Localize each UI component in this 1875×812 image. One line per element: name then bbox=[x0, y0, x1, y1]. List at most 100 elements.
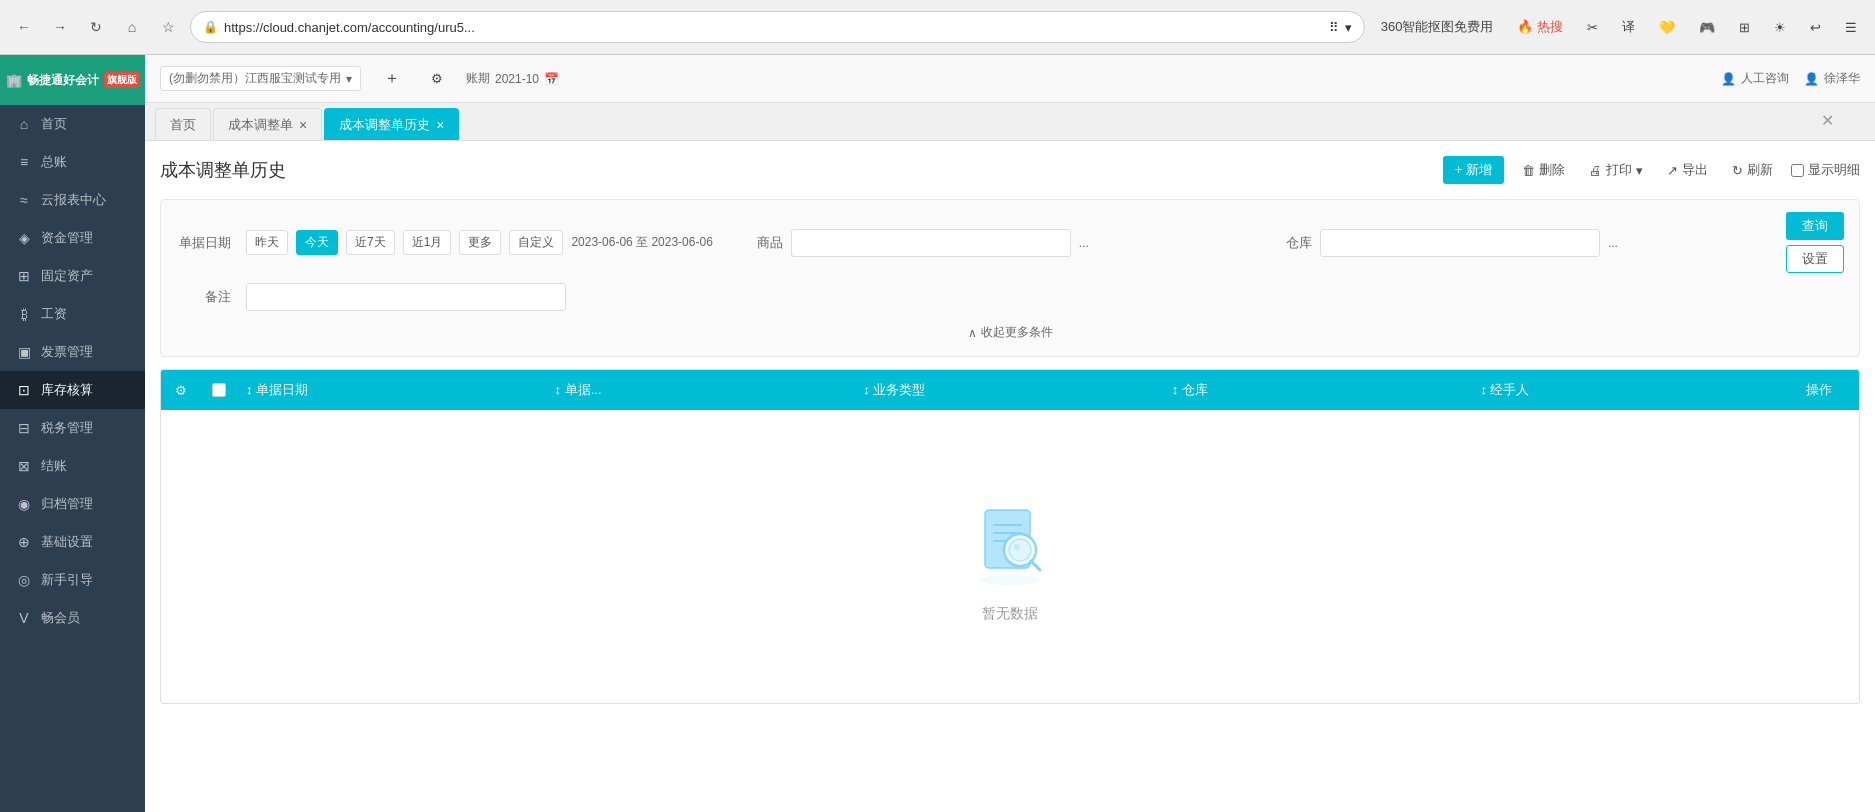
back-button[interactable]: ← bbox=[10, 13, 38, 41]
warehouse-input[interactable] bbox=[1320, 229, 1600, 257]
page-content: 成本调整单历史 + 新增 🗑 删除 🖨 打印 ▾ ↗ bbox=[145, 141, 1875, 812]
nav-icon-3: ◈ bbox=[15, 230, 33, 246]
tab-home[interactable]: 首页 bbox=[155, 108, 211, 140]
product-filter: 商品 ... bbox=[728, 229, 1089, 257]
brightness-btn[interactable]: ☀ bbox=[1766, 16, 1794, 39]
address-bar[interactable]: 🔒 https://cloud.chanjet.com/accounting/u… bbox=[190, 11, 1365, 43]
date-btn-7days[interactable]: 近7天 bbox=[346, 230, 395, 255]
page-actions: + 新增 🗑 删除 🖨 打印 ▾ ↗ 导出 bbox=[1443, 156, 1860, 184]
sidebar-item-13[interactable]: V畅会员 bbox=[0, 599, 145, 637]
remark-label: 备注 bbox=[176, 288, 231, 306]
scissors-btn[interactable]: ✂ bbox=[1579, 16, 1606, 39]
content-area: (勿删勿禁用）江西服宝测试专用 ▾ ＋ ⚙ 账期 2021-10 📅 👤 人工咨… bbox=[145, 55, 1875, 812]
user-icon: 👤 bbox=[1804, 72, 1819, 86]
th-date[interactable]: ↕ 单据日期 bbox=[236, 381, 545, 399]
sidebar-item-9[interactable]: ⊠结账 bbox=[0, 447, 145, 485]
tab-cost-adjust[interactable]: 成本调整单 × bbox=[213, 108, 322, 140]
browser-right-icons: 360智能抠图免费用 🔥 热搜 ✂ 译 💛 🎮 ⊞ ☀ ↩ ☰ bbox=[1373, 14, 1865, 40]
date-btn-1month[interactable]: 近1月 bbox=[403, 230, 452, 255]
th-settings[interactable]: ⚙ bbox=[161, 383, 201, 398]
hot-label[interactable]: 🔥 热搜 bbox=[1509, 14, 1571, 40]
nav-label-10: 归档管理 bbox=[41, 495, 93, 513]
sidebar-item-11[interactable]: ⊕基础设置 bbox=[0, 523, 145, 561]
sidebar-item-7[interactable]: ⊡库存核算 bbox=[0, 371, 145, 409]
sidebar-item-12[interactable]: ◎新手引导 bbox=[0, 561, 145, 599]
grid-btn[interactable]: ⊞ bbox=[1731, 16, 1758, 39]
svg-line-8 bbox=[1031, 561, 1040, 570]
nav-icon-8: ⊟ bbox=[15, 420, 33, 436]
tab-cost-adjust-history-close[interactable]: × bbox=[436, 118, 444, 132]
date-btn-today[interactable]: 今天 bbox=[296, 230, 338, 255]
product-more-btn[interactable]: ... bbox=[1079, 236, 1089, 250]
wallet-btn[interactable]: 💛 bbox=[1651, 16, 1683, 39]
nav-label-3: 资金管理 bbox=[41, 229, 93, 247]
th-biztype[interactable]: ↕ 业务类型 bbox=[853, 381, 1162, 399]
settings-gear-btn[interactable]: ⚙ bbox=[423, 67, 451, 90]
date-filters: 昨天 今天 近7天 近1月 更多 自定义 2023-06-06 至 2023-0… bbox=[246, 230, 713, 255]
sidebar-item-3[interactable]: ◈ 资金管理 bbox=[0, 219, 145, 257]
query-button[interactable]: 查询 bbox=[1786, 212, 1844, 240]
bookmark-button[interactable]: ☆ bbox=[154, 13, 182, 41]
right-close-btn[interactable]: ✕ bbox=[1815, 108, 1840, 133]
search-label[interactable]: 360智能抠图免费用 bbox=[1373, 14, 1502, 40]
translate-btn[interactable]: 译 bbox=[1614, 14, 1643, 40]
nav-label-0: 首页 bbox=[41, 115, 67, 133]
nav-icon-1: ≡ bbox=[15, 154, 33, 170]
date-filter-label: 单据日期 bbox=[176, 234, 231, 252]
print-label: 打印 bbox=[1606, 161, 1632, 179]
date-btn-yesterday[interactable]: 昨天 bbox=[246, 230, 288, 255]
product-input[interactable] bbox=[791, 229, 1071, 257]
date-btn-custom[interactable]: 自定义 bbox=[509, 230, 563, 255]
home-button[interactable]: ⌂ bbox=[118, 13, 146, 41]
tab-cost-adjust-history[interactable]: 成本调整单历史 × bbox=[324, 108, 459, 140]
collapse-button[interactable]: ∧ 收起更多条件 bbox=[960, 321, 1061, 344]
forward-button[interactable]: → bbox=[46, 13, 74, 41]
nav-label-9: 结账 bbox=[41, 457, 67, 475]
show-cols-checkbox[interactable] bbox=[1791, 164, 1804, 177]
menu-btn[interactable]: ☰ bbox=[1837, 16, 1865, 39]
select-all-checkbox[interactable] bbox=[212, 383, 226, 397]
settings-button[interactable]: 设置 bbox=[1786, 245, 1844, 273]
refresh-browser-button[interactable]: ↻ bbox=[82, 13, 110, 41]
refresh-button[interactable]: ↻ 刷新 bbox=[1726, 157, 1779, 183]
th-checkbox-all[interactable] bbox=[201, 383, 236, 397]
undo-btn[interactable]: ↩ bbox=[1802, 16, 1829, 39]
refresh-icon: ↻ bbox=[1732, 163, 1743, 178]
service-btn[interactable]: 👤 人工咨询 bbox=[1721, 70, 1789, 87]
th-handler[interactable]: ↕ 经手人 bbox=[1470, 381, 1779, 399]
svg-point-0 bbox=[980, 575, 1040, 585]
nav-label-1: 总账 bbox=[41, 153, 67, 171]
sidebar-item-5[interactable]: ₿工资 bbox=[0, 295, 145, 333]
user-avatar[interactable]: 👤 徐泽华 bbox=[1804, 70, 1860, 87]
sidebar-item-6[interactable]: ▣发票管理 bbox=[0, 333, 145, 371]
query-settings-btns: 查询 设置 bbox=[1786, 212, 1844, 273]
sidebar-item-2[interactable]: ≈云报表中心 bbox=[0, 181, 145, 219]
svg-point-9 bbox=[1014, 544, 1020, 550]
sidebar-item-10[interactable]: ◉归档管理 bbox=[0, 485, 145, 523]
export-button[interactable]: ↗ 导出 bbox=[1661, 157, 1714, 183]
th-warehouse-label: ↕ 仓库 bbox=[1172, 381, 1208, 399]
company-selector[interactable]: (勿删勿禁用）江西服宝测试专用 ▾ bbox=[160, 66, 361, 91]
date-btn-more[interactable]: 更多 bbox=[459, 230, 501, 255]
sidebar-item-1[interactable]: ≡ 总账 bbox=[0, 143, 145, 181]
period-label: 账期 bbox=[466, 70, 490, 87]
print-button[interactable]: 🖨 打印 ▾ bbox=[1583, 157, 1649, 183]
sidebar-item-4[interactable]: ⊞固定资产 bbox=[0, 257, 145, 295]
nav-label-2: 云报表中心 bbox=[41, 191, 106, 209]
remark-input[interactable] bbox=[246, 283, 566, 311]
game-btn[interactable]: 🎮 bbox=[1691, 16, 1723, 39]
nav-label-8: 税务管理 bbox=[41, 419, 93, 437]
delete-button[interactable]: 🗑 删除 bbox=[1516, 157, 1571, 183]
tab-cost-adjust-close[interactable]: × bbox=[299, 118, 307, 132]
add-company-btn[interactable]: ＋ bbox=[376, 64, 408, 93]
filter-row-2: 备注 bbox=[176, 283, 1844, 311]
new-button[interactable]: + 新增 bbox=[1443, 156, 1504, 184]
sidebar-item-0[interactable]: ⌂首页 bbox=[0, 105, 145, 143]
sidebar-item-8[interactable]: ⊟ 税务管理 bbox=[0, 409, 145, 447]
calendar-icon: 📅 bbox=[544, 72, 559, 86]
warehouse-more-btn[interactable]: ... bbox=[1608, 236, 1618, 250]
th-warehouse[interactable]: ↕ 仓库 bbox=[1162, 381, 1471, 399]
url-text: https://cloud.chanjet.com/accounting/uru… bbox=[224, 20, 1323, 35]
th-docno[interactable]: ↕ 单据... bbox=[545, 381, 854, 399]
empty-state: 暂无数据 bbox=[161, 410, 1859, 703]
